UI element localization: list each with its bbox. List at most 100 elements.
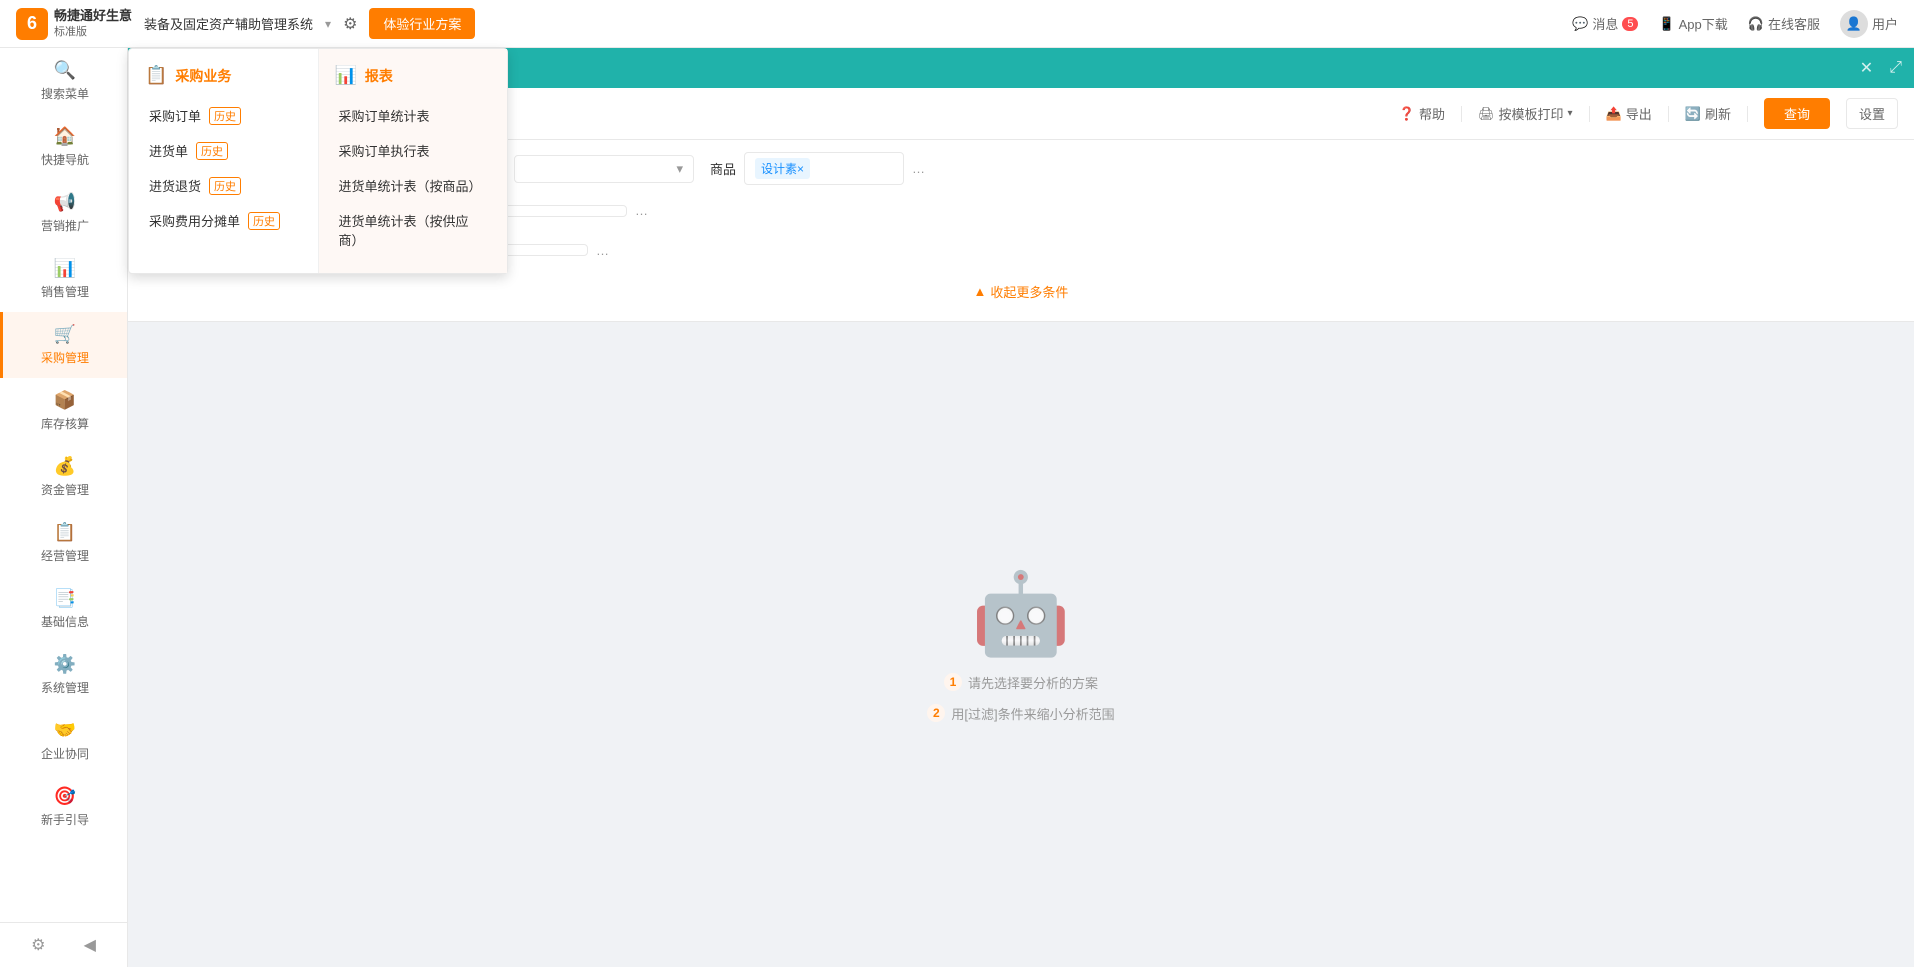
- order-stats-label: 采购订单统计表: [339, 106, 430, 125]
- sidebar-collapse-btn[interactable]: ◀: [84, 935, 96, 955]
- purchase-order-label: 采购订单: [149, 106, 201, 125]
- sidebar-settings-btn[interactable]: ⚙: [31, 935, 45, 955]
- goods-more[interactable]: …: [912, 161, 925, 176]
- dropdown-item-return-goods[interactable]: 进货退货 历史: [145, 168, 302, 203]
- home-icon: 🏠: [54, 126, 76, 147]
- sidebar-item-operations[interactable]: 📋 经营管理: [0, 510, 127, 576]
- order-exec-label: 采购订单执行表: [339, 141, 430, 160]
- print-label: 按模板打印: [1499, 104, 1564, 123]
- headset-icon: 🎧: [1748, 16, 1764, 32]
- divider3: [1668, 106, 1669, 122]
- collab-icon: 🤝: [54, 720, 76, 741]
- refresh-icon: 🔄: [1685, 106, 1701, 122]
- sidebar-item-search[interactable]: 🔍 搜索菜单: [0, 48, 127, 114]
- online-service-btn[interactable]: 🎧 在线客服: [1748, 14, 1820, 33]
- tab-bar-actions: ✕ ⤢: [1856, 48, 1914, 88]
- sidebar-item-label: 快捷导航: [41, 151, 89, 168]
- dropdown-item-purchase-order[interactable]: 采购订单 历史: [145, 98, 302, 133]
- empty-robot-icon: 🤖: [971, 567, 1071, 661]
- settings-button[interactable]: 设置: [1846, 98, 1898, 129]
- empty-hint-1-text: 请先选择要分析的方案: [968, 673, 1098, 692]
- help-label: 帮助: [1419, 104, 1445, 123]
- logo-main: 畅捷通好生意: [54, 8, 132, 25]
- empty-hint-1: 1 请先选择要分析的方案: [944, 673, 1098, 692]
- dropdown-item-receipt-by-supplier[interactable]: 进货单统计表（按供应商）: [335, 203, 492, 257]
- inventory-icon: 📦: [54, 390, 76, 411]
- sidebar-item-label: 基础信息: [41, 613, 89, 630]
- dropdown-col-1-title: 📋 采购业务: [145, 65, 302, 86]
- logo-icon: 6: [16, 8, 48, 40]
- print-btn[interactable]: 🖨 按模板打印 ▾: [1478, 104, 1573, 123]
- sidebar-item-nav[interactable]: 🏠 快捷导航: [0, 114, 127, 180]
- system-name: 装备及固定资产辅助管理系统: [144, 14, 313, 33]
- sidebar-item-label: 采购管理: [41, 349, 89, 366]
- industry-btn[interactable]: 体验行业方案: [369, 8, 475, 39]
- sidebar-item-label: 库存核算: [41, 415, 89, 432]
- messages-badge: 5: [1622, 17, 1638, 31]
- system-icon: ⚙️: [54, 654, 76, 675]
- marketing-icon: 📢: [54, 192, 76, 213]
- sidebar-item-marketing[interactable]: 📢 营销推广: [0, 180, 127, 246]
- dropdown-item-receipt-by-goods[interactable]: 进货单统计表（按商品）: [335, 168, 492, 203]
- query-button[interactable]: 查询: [1764, 98, 1830, 129]
- operations-icon: 📋: [54, 522, 76, 543]
- goods-select[interactable]: 设计素×: [744, 152, 904, 185]
- user-avatar: 👤: [1840, 10, 1868, 38]
- receipt-by-goods-label: 进货单统计表（按商品）: [339, 176, 482, 195]
- logo-area: 6 畅捷通好生意 标准版: [16, 8, 132, 40]
- top-bar-right: 💬 消息 5 📱 App下载 🎧 在线客服 👤 用户: [1572, 10, 1898, 38]
- empty-hint-2-text: 用[过滤]条件来缩小分析范围: [951, 704, 1114, 723]
- return-goods-label: 进货退货: [149, 176, 201, 195]
- logo-text: 畅捷通好生意 标准版: [54, 8, 132, 39]
- sidebar-item-label: 经营管理: [41, 547, 89, 564]
- sidebar-bottom: ⚙ ◀: [0, 922, 127, 967]
- tab-maximize-action[interactable]: ⤢: [1885, 55, 1906, 81]
- sidebar-item-collab[interactable]: 🤝 企业协同: [0, 708, 127, 774]
- dropdown-item-cost-alloc[interactable]: 采购费用分摊单 历史: [145, 203, 302, 238]
- sales-icon: 📊: [54, 258, 76, 279]
- top-bar: 6 畅捷通好生意 标准版 装备及固定资产辅助管理系统 ▾ ⚙ 体验行业方案 💬 …: [0, 0, 1914, 48]
- settings-icon[interactable]: ⚙: [343, 14, 357, 34]
- dropdown-col-2-title: 📊 报表: [335, 65, 492, 86]
- dropdown-col-1-label: 采购业务: [175, 66, 231, 86]
- empty-hint-2: 2 用[过滤]条件来缩小分析范围: [927, 704, 1114, 723]
- collapse-btn[interactable]: ▲ 收起更多条件: [144, 274, 1898, 309]
- user-btn[interactable]: 👤 用户: [1840, 10, 1898, 38]
- voucher-status-select[interactable]: ▾: [514, 155, 694, 183]
- messages-btn[interactable]: 💬 消息 5: [1572, 14, 1638, 33]
- guide-icon: 🎯: [54, 786, 76, 807]
- search-icon: 🔍: [54, 60, 76, 81]
- system-dropdown-arrow[interactable]: ▾: [325, 17, 331, 31]
- user-label: 用户: [1872, 14, 1898, 33]
- sidebar-item-inventory[interactable]: 📦 库存核算: [0, 378, 127, 444]
- sidebar-item-label: 新手引导: [41, 811, 89, 828]
- export-btn[interactable]: 📤 导出: [1606, 104, 1652, 123]
- sidebar-item-guide[interactable]: 🎯 新手引导: [0, 774, 127, 840]
- help-btn[interactable]: ❓ 帮助: [1399, 104, 1445, 123]
- finance-icon: 💰: [54, 456, 76, 477]
- purchase-col-icon: 📋: [145, 65, 167, 86]
- dropdown-item-order-stats[interactable]: 采购订单统计表: [335, 98, 492, 133]
- dropdown-item-order-exec[interactable]: 采购订单执行表: [335, 133, 492, 168]
- sidebar-item-purchase[interactable]: 🛒 采购管理: [0, 312, 127, 378]
- collapse-label: 收起更多条件: [990, 282, 1068, 301]
- divider1: [1461, 106, 1462, 122]
- sidebar-item-label: 搜索菜单: [41, 85, 89, 102]
- tab-close-action[interactable]: ✕: [1856, 54, 1877, 82]
- purchase-dropdown: 📋 采购业务 采购订单 历史 进货单 历史 进货退货 历史 采购费用分摊单 历史…: [128, 48, 508, 274]
- top-bar-left: 6 畅捷通好生意 标准版 装备及固定资产辅助管理系统 ▾ ⚙ 体验行业方案: [16, 8, 475, 40]
- dropdown-item-goods-receipt[interactable]: 进货单 历史: [145, 133, 302, 168]
- customer-more[interactable]: …: [596, 243, 609, 258]
- app-download-btn[interactable]: 📱 App下载: [1658, 14, 1727, 33]
- sidebar-item-base[interactable]: 📑 基础信息: [0, 576, 127, 642]
- logo-sub: 标准版: [54, 25, 132, 39]
- refresh-btn[interactable]: 🔄 刷新: [1685, 104, 1731, 123]
- sidebar-item-sales[interactable]: 📊 销售管理: [0, 246, 127, 312]
- sidebar-item-label: 企业协同: [41, 745, 89, 762]
- voucher-dropdown-arrow: ▾: [677, 161, 684, 177]
- sidebar-item-system[interactable]: ⚙️ 系统管理: [0, 642, 127, 708]
- export-icon: 📤: [1606, 106, 1622, 122]
- sidebar-item-finance[interactable]: 💰 资金管理: [0, 444, 127, 510]
- salesperson-more[interactable]: …: [635, 203, 648, 218]
- purchase-order-badge: 历史: [209, 107, 241, 125]
